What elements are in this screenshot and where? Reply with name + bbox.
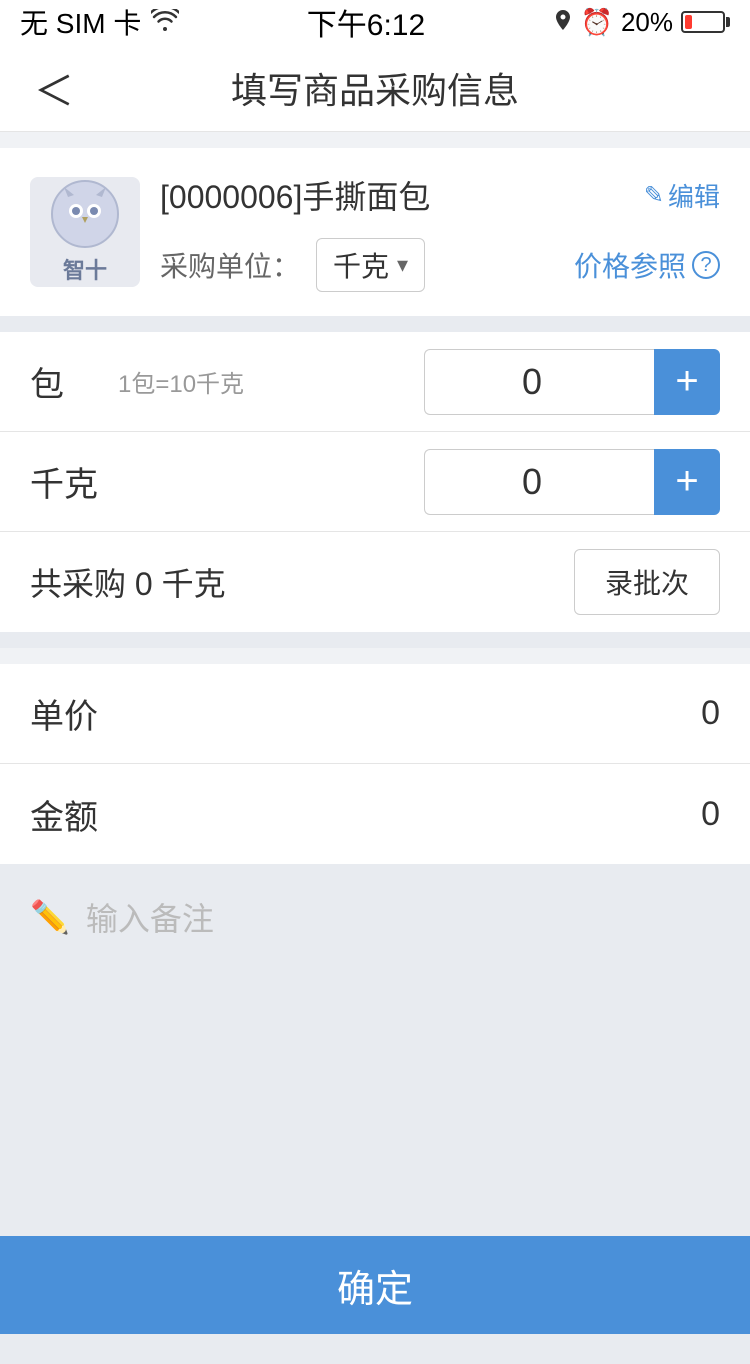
confirm-button-bar[interactable]: 确定 bbox=[0, 1236, 750, 1334]
battery-icon bbox=[681, 11, 730, 33]
bao-row: 包 1包=10千克 + bbox=[0, 332, 750, 432]
bao-sublabel: 1包=10千克 bbox=[118, 364, 244, 399]
amount-value: 0 bbox=[701, 795, 720, 834]
nav-bar: ＜ 填写商品采购信息 bbox=[0, 44, 750, 132]
product-logo-svg bbox=[50, 179, 120, 249]
bao-plus-button[interactable]: + bbox=[654, 349, 720, 415]
pencil-icon: ✏️ bbox=[30, 898, 70, 936]
record-batch-label: 录批次 bbox=[605, 568, 689, 599]
product-name-row: [0000006]手撕面包 ✎ 编辑 bbox=[160, 172, 720, 218]
total-value: 0 bbox=[135, 566, 153, 602]
kg-quantity-input[interactable] bbox=[424, 449, 654, 515]
location-icon bbox=[553, 7, 573, 38]
unit-price-label: 单价 bbox=[30, 689, 98, 738]
edit-icon: ✎ bbox=[644, 181, 664, 210]
dropdown-arrow-icon: ▾ bbox=[397, 252, 408, 278]
product-name: [0000006]手撕面包 bbox=[160, 172, 430, 218]
wifi-icon bbox=[151, 7, 179, 38]
price-ref-label: 价格参照 bbox=[574, 245, 686, 285]
unit-value: 千克 bbox=[333, 245, 389, 285]
kg-label: 千克 bbox=[30, 457, 110, 506]
status-time: 下午6:12 bbox=[307, 0, 425, 44]
alarm-icon: ⏰ bbox=[581, 7, 613, 38]
bao-label: 包 bbox=[30, 357, 110, 406]
unit-label: 采购单位： bbox=[160, 245, 300, 285]
page-title: 填写商品采购信息 bbox=[231, 62, 519, 114]
battery-percent: 20% bbox=[621, 7, 673, 38]
section-separator-1 bbox=[0, 316, 750, 332]
status-bar: 无 SIM 卡 下午6:12 ⏰ 20% bbox=[0, 0, 750, 44]
unit-price-value: 0 bbox=[701, 694, 720, 733]
total-unit: 千克 bbox=[162, 566, 226, 602]
notes-section[interactable]: ✏️ 输入备注 bbox=[0, 864, 750, 1064]
info-icon: ? bbox=[692, 251, 720, 279]
product-logo-text: 智十 bbox=[63, 253, 107, 285]
record-batch-button[interactable]: 录批次 bbox=[574, 549, 720, 615]
kg-quantity-control: + bbox=[424, 449, 720, 515]
product-image: 智十 bbox=[30, 177, 140, 287]
confirm-button-label: 确定 bbox=[337, 1258, 413, 1313]
total-label: 共采购 bbox=[30, 566, 126, 602]
amount-label: 金额 bbox=[30, 790, 98, 839]
amount-row: 金额 0 bbox=[0, 764, 750, 864]
no-sim-text: 无 SIM 卡 bbox=[20, 2, 141, 42]
unit-dropdown[interactable]: 千克 ▾ bbox=[316, 238, 425, 292]
bao-section: 包 1包=10千克 + 千克 + bbox=[0, 332, 750, 532]
status-left: 无 SIM 卡 bbox=[20, 2, 179, 42]
purchase-unit-row: 采购单位： 千克 ▾ 价格参照 ? bbox=[160, 238, 720, 292]
unit-price-row: 单价 0 bbox=[0, 664, 750, 764]
kg-plus-button[interactable]: + bbox=[654, 449, 720, 515]
product-card: 智十 [0000006]手撕面包 ✎ 编辑 采购单位： 千克 ▾ 价格参照 ? bbox=[0, 148, 750, 316]
edit-button[interactable]: ✎ 编辑 bbox=[644, 177, 720, 214]
kg-row: 千克 + bbox=[0, 432, 750, 532]
summary-text: 共采购 0 千克 bbox=[30, 559, 226, 605]
edit-label: 编辑 bbox=[668, 177, 720, 214]
status-right: ⏰ 20% bbox=[553, 7, 730, 38]
price-section: 单价 0 金额 0 bbox=[0, 664, 750, 864]
summary-row: 共采购 0 千克 录批次 bbox=[0, 532, 750, 632]
notes-placeholder: 输入备注 bbox=[86, 894, 214, 940]
bao-quantity-control: + bbox=[424, 349, 720, 415]
price-ref-button[interactable]: 价格参照 ? bbox=[574, 245, 720, 285]
bao-quantity-input[interactable] bbox=[424, 349, 654, 415]
section-separator-2 bbox=[0, 632, 750, 648]
product-info: [0000006]手撕面包 ✎ 编辑 采购单位： 千克 ▾ 价格参照 ? bbox=[160, 172, 720, 292]
back-button[interactable]: ＜ bbox=[24, 49, 84, 127]
